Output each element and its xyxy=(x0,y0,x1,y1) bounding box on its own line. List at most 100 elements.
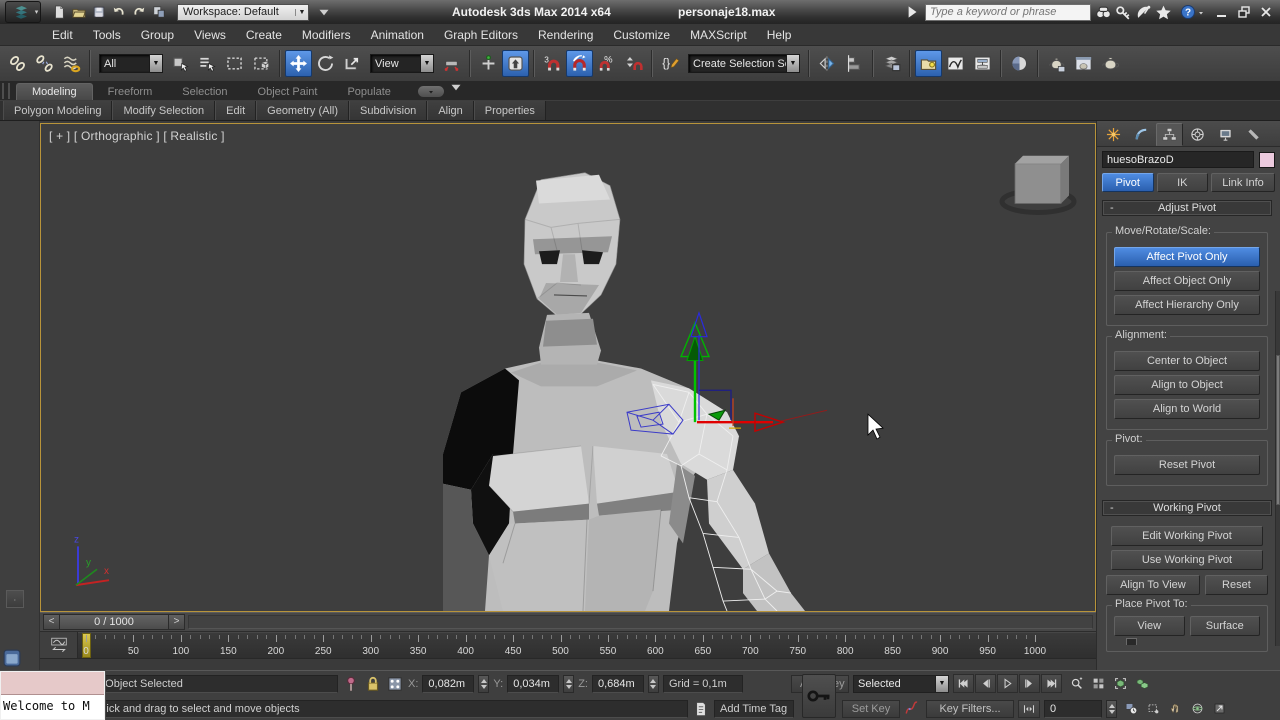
previous-frame-button[interactable] xyxy=(974,674,996,693)
affect-pivot-only-button[interactable]: Affect Pivot Only xyxy=(1114,247,1260,267)
region-zoom-button[interactable] xyxy=(1143,699,1164,718)
go-to-start-button[interactable] xyxy=(952,674,974,693)
favorites-star-button[interactable] xyxy=(1155,4,1172,21)
add-time-tag-field[interactable]: Add Time Tag xyxy=(714,699,794,718)
select-and-link-button[interactable] xyxy=(4,50,31,77)
ribbon-tab-object-paint[interactable]: Object Paint xyxy=(243,84,333,100)
select-by-name-button[interactable] xyxy=(194,50,221,77)
menu-item-rendering[interactable]: Rendering xyxy=(528,24,603,45)
menu-item-maxscript[interactable]: MAXScript xyxy=(680,24,757,45)
next-frame-slider-button[interactable]: > xyxy=(168,614,185,630)
workspace-extra-dropdown-icon[interactable] xyxy=(315,3,333,21)
minimize-button[interactable] xyxy=(1213,3,1231,21)
previous-frame-slider-button[interactable]: < xyxy=(43,614,60,630)
select-and-scale-button[interactable] xyxy=(339,50,366,77)
menu-item-animation[interactable]: Animation xyxy=(361,24,434,45)
rectangular-selection-region-button[interactable] xyxy=(221,50,248,77)
working-pivot-reset-button[interactable]: Reset xyxy=(1204,575,1268,595)
toggle-ribbon-button[interactable] xyxy=(915,50,942,77)
adjust-pivot-header[interactable]: - Adjust Pivot xyxy=(1102,200,1272,216)
next-frame-button[interactable] xyxy=(1018,674,1040,693)
window-crossing-toggle-button[interactable] xyxy=(248,50,275,77)
undo-button[interactable] xyxy=(110,3,128,21)
align-to-view-checkbox[interactable] xyxy=(1126,638,1137,645)
ribbon-panel-polygon-modeling[interactable]: Polygon Modeling xyxy=(3,101,113,120)
command-panel-tab-modify[interactable] xyxy=(1128,123,1155,146)
binoculars-button[interactable] xyxy=(1095,4,1112,21)
workspace-dropdown[interactable]: Workspace: Default ▼ xyxy=(177,3,309,21)
lock-button[interactable] xyxy=(364,675,382,693)
ribbon-panel-subdivision[interactable]: Subdivision xyxy=(349,101,428,120)
ribbon-minimize-pill[interactable] xyxy=(417,86,444,97)
menu-item-customize[interactable]: Customize xyxy=(603,24,680,45)
schematic-view-button[interactable] xyxy=(969,50,996,77)
affect-hierarchy-only-button[interactable]: Affect Hierarchy Only xyxy=(1114,295,1260,315)
ribbon-tab-selection[interactable]: Selection xyxy=(167,84,242,100)
snaps-toggle-3d-button[interactable]: 3 xyxy=(539,50,566,77)
z-coordinate-field[interactable]: 0,684m xyxy=(591,674,644,693)
menu-item-edit[interactable]: Edit xyxy=(42,24,83,45)
restore-button[interactable] xyxy=(1235,3,1253,21)
orbit-button[interactable] xyxy=(1187,699,1208,718)
render-setup-button[interactable] xyxy=(1043,50,1070,77)
welcome-window[interactable]: Welcome to M xyxy=(0,670,106,720)
object-name-field[interactable] xyxy=(1102,151,1254,168)
x-coordinate-field[interactable]: 0,082m xyxy=(422,674,475,693)
ik-tab-button[interactable]: IK xyxy=(1156,173,1209,192)
communication-center-button[interactable] xyxy=(1135,4,1152,21)
zoom-extents-button[interactable] xyxy=(1110,674,1131,693)
menu-item-tools[interactable]: Tools xyxy=(83,24,131,45)
render-production-button[interactable] xyxy=(1097,50,1124,77)
mirror-button[interactable] xyxy=(814,50,841,77)
x-spinner[interactable] xyxy=(478,674,490,693)
close-button[interactable] xyxy=(1257,3,1275,21)
3dsmax-logo-button[interactable]: ▾ xyxy=(5,1,41,23)
key-selection-dropdown[interactable]: Selected ▼ xyxy=(852,674,949,693)
zoom-all-button[interactable] xyxy=(1088,674,1109,693)
align-to-world-button[interactable]: Align to World xyxy=(1114,399,1260,419)
menu-item-graph-editors[interactable]: Graph Editors xyxy=(434,24,528,45)
search-input[interactable] xyxy=(930,6,1086,18)
ribbon-tab-populate[interactable]: Populate xyxy=(332,84,405,100)
z-spinner[interactable] xyxy=(647,674,659,693)
pivot-tab-button[interactable]: Pivot xyxy=(1102,173,1154,192)
align-to-view-button[interactable]: Align To View xyxy=(1106,575,1200,595)
material-editor-button[interactable] xyxy=(1006,50,1033,77)
absolute-mode-button[interactable] xyxy=(386,675,404,693)
y-coordinate-field[interactable]: 0,034m xyxy=(507,674,560,693)
reset-pivot-button[interactable]: Reset Pivot xyxy=(1114,455,1260,475)
percent-snap-button[interactable]: % xyxy=(593,50,620,77)
menu-item-group[interactable]: Group xyxy=(131,24,184,45)
time-slider-track[interactable] xyxy=(188,615,1093,629)
select-and-rotate-button[interactable] xyxy=(312,50,339,77)
help-dropdown-icon[interactable] xyxy=(1197,8,1205,16)
time-slider-value[interactable]: 0 / 1000 xyxy=(60,614,168,630)
align-button[interactable] xyxy=(841,50,868,77)
angle-snap-button[interactable] xyxy=(566,50,593,77)
center-to-object-button[interactable]: Center to Object xyxy=(1114,351,1260,371)
maximize-viewport-button[interactable] xyxy=(1209,699,1230,718)
named-selection-sets-dropdown[interactable]: Create Selection Set ▼ xyxy=(688,54,800,73)
pan-hand-button[interactable] xyxy=(1165,699,1186,718)
layer-manager-button[interactable] xyxy=(878,50,905,77)
time-configuration-button[interactable] xyxy=(1121,699,1142,718)
menu-item-views[interactable]: Views xyxy=(184,24,236,45)
command-panel-tab-display[interactable] xyxy=(1212,123,1239,146)
command-panel-tab-motion[interactable] xyxy=(1184,123,1211,146)
ribbon-options-dropdown-icon[interactable] xyxy=(447,78,465,96)
ribbon-grip[interactable] xyxy=(2,83,10,99)
working-pivot-header[interactable]: - Working Pivot xyxy=(1102,500,1272,516)
key-mode-toggle-button[interactable] xyxy=(1018,699,1040,718)
command-panel-tab-utilities[interactable] xyxy=(1240,123,1267,146)
command-panel-scrollbar[interactable] xyxy=(1275,291,1280,646)
y-spinner[interactable] xyxy=(563,674,575,693)
set-keys-button[interactable] xyxy=(802,674,836,718)
command-panel-tab-hierarchy[interactable] xyxy=(1156,123,1183,146)
open-mini-curve-editor-button[interactable] xyxy=(40,632,78,658)
workspace-switcher-button[interactable] xyxy=(150,3,168,21)
pin-button[interactable] xyxy=(342,675,360,693)
place-pivot-surface-button[interactable]: Surface xyxy=(1189,616,1260,636)
ribbon-tab-modeling[interactable]: Modeling xyxy=(16,83,93,100)
edit-named-selection-sets-button[interactable]: {} xyxy=(657,50,684,77)
minimized-window-icon[interactable] xyxy=(3,649,21,667)
